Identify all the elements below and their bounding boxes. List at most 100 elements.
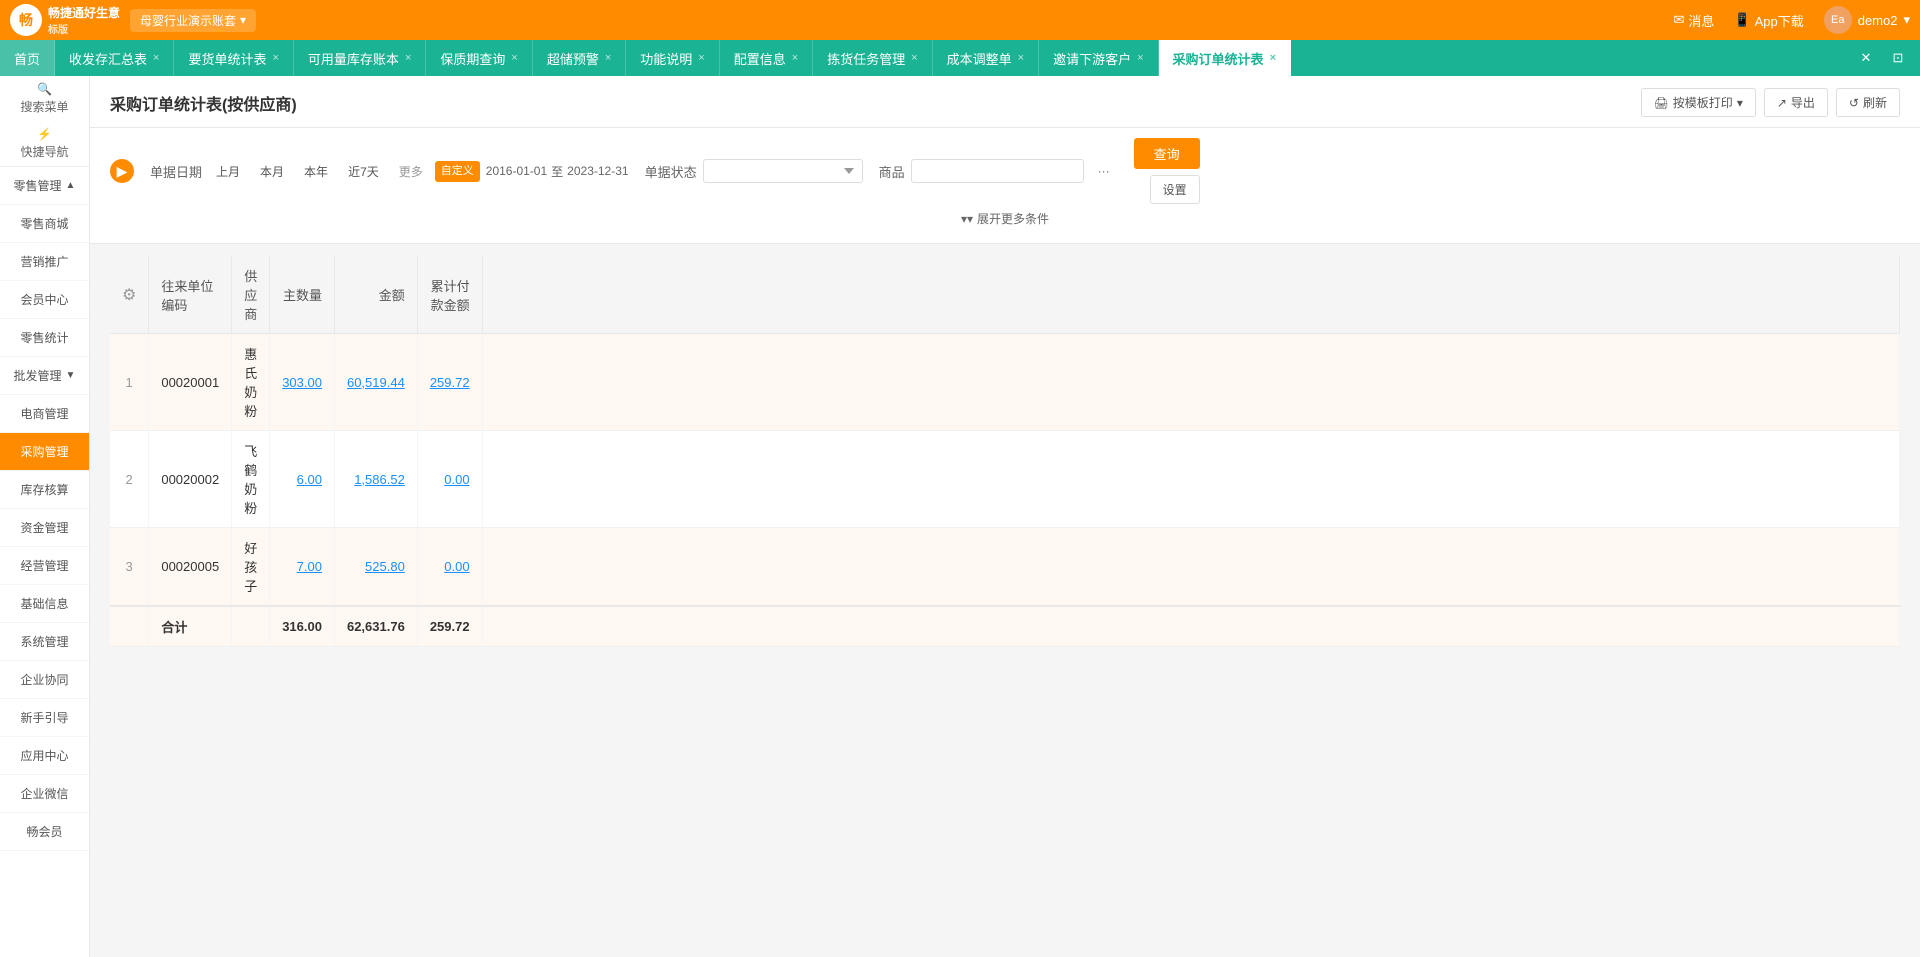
expand-conditions-btn[interactable]: ▾▾ 展开更多条件 (961, 210, 1049, 227)
col-supplier: 供应商 (232, 256, 270, 334)
toggle-filter-btn[interactable]: ▶ (110, 159, 134, 183)
maximize-tab-action[interactable]: ⊡ (1884, 44, 1912, 72)
col-code: 往来单位编码 (149, 256, 232, 334)
chevron-icon: ▲ (66, 180, 76, 191)
cell-empty (482, 334, 1899, 431)
close-icon[interactable]: × (1270, 52, 1276, 64)
quick-nav-btn[interactable]: ⚡ 快捷导航 (0, 121, 89, 167)
sidebar-item-retail-mgmt[interactable]: 零售管理 ▲ (0, 167, 89, 205)
more-filter-btn[interactable]: ··· (1090, 160, 1118, 182)
refresh-icon: ↺ (1849, 96, 1859, 110)
tab-peizhixinxi[interactable]: 配置信息 × (720, 40, 813, 76)
sidebar-item-wholesale[interactable]: 批发管理 ▼ (0, 357, 89, 395)
sidebar-item-wechat[interactable]: 企业微信 (0, 775, 89, 813)
sidebar-item-operations[interactable]: 经营管理 (0, 547, 89, 585)
sidebar-item-retail-stats[interactable]: 零售统计 (0, 319, 89, 357)
close-icon[interactable]: × (153, 52, 159, 64)
refresh-btn[interactable]: ↺ 刷新 (1836, 88, 1900, 117)
tab-yaohuo[interactable]: 要货单统计表 × (174, 40, 293, 76)
export-btn[interactable]: ↗ 导出 (1764, 88, 1828, 117)
tab-actions: ✕ ⊡ (1852, 44, 1920, 72)
expand-row: ▾▾ 展开更多条件 (110, 204, 1900, 233)
export-icon: ↗ (1777, 96, 1787, 110)
shortcut-last-month[interactable]: 上月 (208, 161, 248, 182)
tab-baozhi[interactable]: 保质期查询 × (426, 40, 532, 76)
tab-label: 可用量库存账本 (308, 49, 399, 68)
search-menu-btn[interactable]: 🔍 搜索菜单 (0, 76, 89, 121)
tab-keyongliang[interactable]: 可用量库存账本 × (294, 40, 426, 76)
close-icon[interactable]: × (698, 52, 704, 64)
shortcut-this-month[interactable]: 本月 (252, 161, 292, 182)
sidebar-item-ecommerce[interactable]: 电商管理 (0, 395, 89, 433)
sidebar-item-app-center[interactable]: 应用中心 (0, 737, 89, 775)
sidebar-item-member2[interactable]: 畅会员 (0, 813, 89, 851)
tab-gongneng[interactable]: 功能说明 × (626, 40, 719, 76)
close-icon[interactable]: × (1018, 52, 1024, 64)
col-empty (482, 256, 1899, 334)
chevron-down-icon: ▾ (1737, 96, 1743, 110)
tab-jianhuo[interactable]: 拣货任务管理 × (813, 40, 932, 76)
sidebar-item-member[interactable]: 会员中心 (0, 281, 89, 319)
cell-paid: 259.72 (417, 334, 482, 431)
sidebar-item-enterprise[interactable]: 企业协同 (0, 661, 89, 699)
query-btn[interactable]: 查询 (1134, 138, 1200, 169)
tab-chaochu[interactable]: 超储预警 × (533, 40, 626, 76)
shortcut-more[interactable]: 更多 (391, 161, 431, 182)
sidebar-item-system[interactable]: 系统管理 (0, 623, 89, 661)
tab-home[interactable]: 首页 (0, 40, 55, 76)
query-settings-group: 查询 设置 (1134, 138, 1200, 204)
sidebar-item-purchase[interactable]: 采购管理 (0, 433, 89, 471)
tab-label: 要货单统计表 (188, 49, 266, 68)
close-icon[interactable]: × (792, 52, 798, 64)
goods-input[interactable] (911, 159, 1084, 183)
shortcut-7days[interactable]: 近7天 (340, 161, 387, 182)
settings-btn[interactable]: 设置 (1150, 175, 1200, 204)
close-icon[interactable]: × (272, 52, 278, 64)
cell-amount: 1,586.52 (334, 431, 417, 528)
sidebar-item-basic-info[interactable]: 基础信息 (0, 585, 89, 623)
tab-yaoqing[interactable]: 邀请下游客户 × (1039, 40, 1158, 76)
ellipsis-icon: ··· (1098, 164, 1110, 178)
tab-label: 采购订单统计表 (1173, 49, 1264, 68)
tab-label: 保质期查询 (440, 49, 505, 68)
nav-icon: ⚡ (37, 127, 52, 141)
cell-code: 00020005 (149, 528, 232, 607)
avatar: Ea (1824, 6, 1852, 34)
date-shortcuts: 上月 本月 本年 近7天 更多 自定义 (208, 161, 480, 182)
template-print-btn[interactable]: 🖨 按模板打印 ▾ (1641, 88, 1756, 117)
tab-chengben[interactable]: 成本调整单 × (933, 40, 1039, 76)
sidebar-item-inventory[interactable]: 库存核算 (0, 471, 89, 509)
column-settings-icon[interactable]: ⚙ (122, 287, 136, 304)
cell-paid: 0.00 (417, 431, 482, 528)
close-icon[interactable]: × (605, 52, 611, 64)
date-filter-group: 单据日期 上月 本月 本年 近7天 更多 自定义 2016-01-01 至 20… (150, 161, 629, 182)
tab-shoufacun[interactable]: 收发存汇总表 × (55, 40, 174, 76)
status-select[interactable] (703, 159, 863, 183)
close-icon[interactable]: × (1137, 52, 1143, 64)
close-icon[interactable]: × (511, 52, 517, 64)
close-icon[interactable]: × (911, 52, 917, 64)
col-qty: 主数量 (270, 256, 335, 334)
close-tab-action[interactable]: ✕ (1852, 44, 1880, 72)
tab-label: 超储预警 (547, 49, 599, 68)
app-download-btn[interactable]: 📱 App下载 (1734, 11, 1803, 30)
cell-amount: 60,519.44 (334, 334, 417, 431)
tab-label: 邀请下游客户 (1053, 49, 1131, 68)
nav-tabs: 首页 收发存汇总表 × 要货单统计表 × 可用量库存账本 × 保质期查询 × 超… (0, 40, 1920, 76)
date-label: 单据日期 (150, 162, 202, 181)
brand-name: 畅捷通好生意 (48, 4, 120, 21)
close-icon[interactable]: × (405, 52, 411, 64)
filter-area: ▶ 单据日期 上月 本月 本年 近7天 更多 自定义 2016-01-01 至 (90, 128, 1920, 244)
sidebar-item-finance[interactable]: 资金管理 (0, 509, 89, 547)
message-icon: ✉ (1673, 12, 1684, 28)
user-menu[interactable]: Ea demo2 ▾ (1824, 6, 1910, 34)
tab-label: 配置信息 (734, 49, 786, 68)
page-header: 采购订单统计表(按供应商) 🖨 按模板打印 ▾ ↗ 导出 ↺ 刷新 (90, 76, 1920, 128)
tab-caigou-active[interactable]: 采购订单统计表 × (1159, 40, 1291, 76)
messages-btn[interactable]: ✉ 消息 (1673, 11, 1714, 30)
shortcut-this-year[interactable]: 本年 (296, 161, 336, 182)
workspace-selector[interactable]: 母婴行业演示账套 ▾ (130, 9, 256, 32)
sidebar-item-marketing[interactable]: 营销推广 (0, 243, 89, 281)
sidebar-item-retail-mall[interactable]: 零售商城 (0, 205, 89, 243)
sidebar-item-newbie[interactable]: 新手引导 (0, 699, 89, 737)
